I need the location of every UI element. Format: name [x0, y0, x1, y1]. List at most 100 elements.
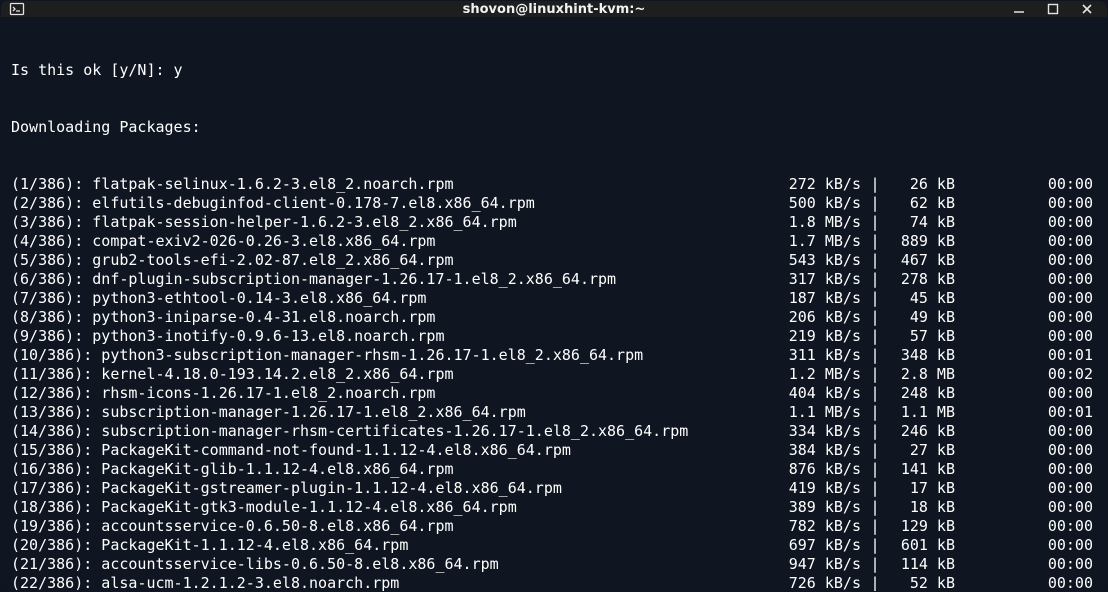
column-separator: |: [861, 194, 889, 213]
column-separator: |: [861, 251, 889, 270]
download-size: 278 kB: [889, 270, 955, 289]
package-name: (14/386): subscription-manager-rhsm-cert…: [11, 422, 781, 441]
download-row: (11/386): kernel-4.18.0-193.14.2.el8_2.x…: [11, 365, 1097, 384]
download-time: 00:00: [955, 460, 1097, 479]
download-time: 00:00: [955, 327, 1097, 346]
download-row: (20/386): PackageKit-1.1.12-4.el8.x86_64…: [11, 536, 1097, 555]
download-size: 57 kB: [889, 327, 955, 346]
column-separator: |: [861, 441, 889, 460]
column-separator: |: [861, 498, 889, 517]
download-speed: 311 kB/s: [781, 346, 861, 365]
download-speed: 782 kB/s: [781, 517, 861, 536]
package-name: (4/386): compat-exiv2-026-0.26-3.el8.x86…: [11, 232, 781, 251]
column-separator: |: [861, 175, 889, 194]
column-separator: |: [861, 270, 889, 289]
download-speed: 1.7 MB/s: [781, 232, 861, 251]
download-size: 49 kB: [889, 308, 955, 327]
download-row: (14/386): subscription-manager-rhsm-cert…: [11, 422, 1097, 441]
download-speed: 334 kB/s: [781, 422, 861, 441]
download-row: (3/386): flatpak-session-helper-1.6.2-3.…: [11, 213, 1097, 232]
download-size: 62 kB: [889, 194, 955, 213]
download-speed: 697 kB/s: [781, 536, 861, 555]
column-separator: |: [861, 384, 889, 403]
download-time: 00:00: [955, 289, 1097, 308]
prompt-line: Is this ok [y/N]: y: [11, 61, 1097, 80]
column-separator: |: [861, 555, 889, 574]
terminal-app-icon: [9, 1, 25, 17]
download-row: (16/386): PackageKit-glib-1.1.12-4.el8.x…: [11, 460, 1097, 479]
download-time: 00:00: [955, 498, 1097, 517]
download-time: 00:00: [955, 213, 1097, 232]
download-row: (7/386): python3-ethtool-0.14-3.el8.x86_…: [11, 289, 1097, 308]
download-speed: 389 kB/s: [781, 498, 861, 517]
download-row: (6/386): dnf-plugin-subscription-manager…: [11, 270, 1097, 289]
download-time: 00:01: [955, 346, 1097, 365]
download-time: 00:00: [955, 251, 1097, 270]
package-name: (6/386): dnf-plugin-subscription-manager…: [11, 270, 781, 289]
download-speed: 206 kB/s: [781, 308, 861, 327]
download-size: 141 kB: [889, 460, 955, 479]
window-title: shovon@linuxhint-kvm:~: [119, 2, 989, 17]
column-separator: |: [861, 403, 889, 422]
download-row: (15/386): PackageKit-command-not-found-1…: [11, 441, 1097, 460]
download-size: 52 kB: [889, 574, 955, 592]
download-speed: 1.2 MB/s: [781, 365, 861, 384]
download-size: 2.8 MB: [889, 365, 955, 384]
download-time: 00:00: [955, 194, 1097, 213]
download-size: 601 kB: [889, 536, 955, 555]
download-size: 1.1 MB: [889, 403, 955, 422]
download-heading: Downloading Packages:: [11, 118, 1097, 137]
download-speed: 384 kB/s: [781, 441, 861, 460]
maximize-button[interactable]: [1045, 1, 1061, 17]
terminal-viewport[interactable]: Is this ok [y/N]: y Downloading Packages…: [1, 17, 1107, 592]
column-separator: |: [861, 308, 889, 327]
download-row: (5/386): grub2-tools-efi-2.02-87.el8_2.x…: [11, 251, 1097, 270]
package-name: (18/386): PackageKit-gtk3-module-1.1.12-…: [11, 498, 781, 517]
download-size: 18 kB: [889, 498, 955, 517]
terminal-window: shovon@linuxhint-kvm:~ Is this ok [y/N]:…: [0, 0, 1108, 592]
package-name: (3/386): flatpak-session-helper-1.6.2-3.…: [11, 213, 781, 232]
column-separator: |: [861, 289, 889, 308]
column-separator: |: [861, 422, 889, 441]
download-row: (18/386): PackageKit-gtk3-module-1.1.12-…: [11, 498, 1097, 517]
column-separator: |: [861, 460, 889, 479]
package-name: (9/386): python3-inotify-0.9.6-13.el8.no…: [11, 327, 781, 346]
package-name: (17/386): PackageKit-gstreamer-plugin-1.…: [11, 479, 781, 498]
download-speed: 419 kB/s: [781, 479, 861, 498]
package-name: (5/386): grub2-tools-efi-2.02-87.el8_2.x…: [11, 251, 781, 270]
download-row: (13/386): subscription-manager-1.26.17-1…: [11, 403, 1097, 422]
download-size: 74 kB: [889, 213, 955, 232]
download-rows: (1/386): flatpak-selinux-1.6.2-3.el8_2.n…: [11, 175, 1097, 592]
download-speed: 543 kB/s: [781, 251, 861, 270]
download-speed: 1.1 MB/s: [781, 403, 861, 422]
download-size: 129 kB: [889, 517, 955, 536]
column-separator: |: [861, 232, 889, 251]
package-name: (7/386): python3-ethtool-0.14-3.el8.x86_…: [11, 289, 781, 308]
download-speed: 947 kB/s: [781, 555, 861, 574]
download-size: 26 kB: [889, 175, 955, 194]
titlebar: shovon@linuxhint-kvm:~: [1, 1, 1107, 17]
download-time: 00:00: [955, 536, 1097, 555]
download-speed: 1.8 MB/s: [781, 213, 861, 232]
download-size: 17 kB: [889, 479, 955, 498]
column-separator: |: [861, 479, 889, 498]
window-controls: [989, 1, 1099, 17]
column-separator: |: [861, 365, 889, 384]
download-row: (2/386): elfutils-debuginfod-client-0.17…: [11, 194, 1097, 213]
download-time: 00:00: [955, 479, 1097, 498]
close-button[interactable]: [1079, 1, 1095, 17]
package-name: (21/386): accountsservice-libs-0.6.50-8.…: [11, 555, 781, 574]
column-separator: |: [861, 346, 889, 365]
minimize-button[interactable]: [1011, 1, 1027, 17]
column-separator: |: [861, 213, 889, 232]
download-row: (12/386): rhsm-icons-1.26.17-1.el8_2.noa…: [11, 384, 1097, 403]
column-separator: |: [861, 517, 889, 536]
download-time: 00:00: [955, 384, 1097, 403]
download-row: (4/386): compat-exiv2-026-0.26-3.el8.x86…: [11, 232, 1097, 251]
download-speed: 219 kB/s: [781, 327, 861, 346]
download-row: (1/386): flatpak-selinux-1.6.2-3.el8_2.n…: [11, 175, 1097, 194]
download-time: 00:02: [955, 365, 1097, 384]
download-row: (8/386): python3-iniparse-0.4-31.el8.noa…: [11, 308, 1097, 327]
package-name: (13/386): subscription-manager-1.26.17-1…: [11, 403, 781, 422]
column-separator: |: [861, 536, 889, 555]
